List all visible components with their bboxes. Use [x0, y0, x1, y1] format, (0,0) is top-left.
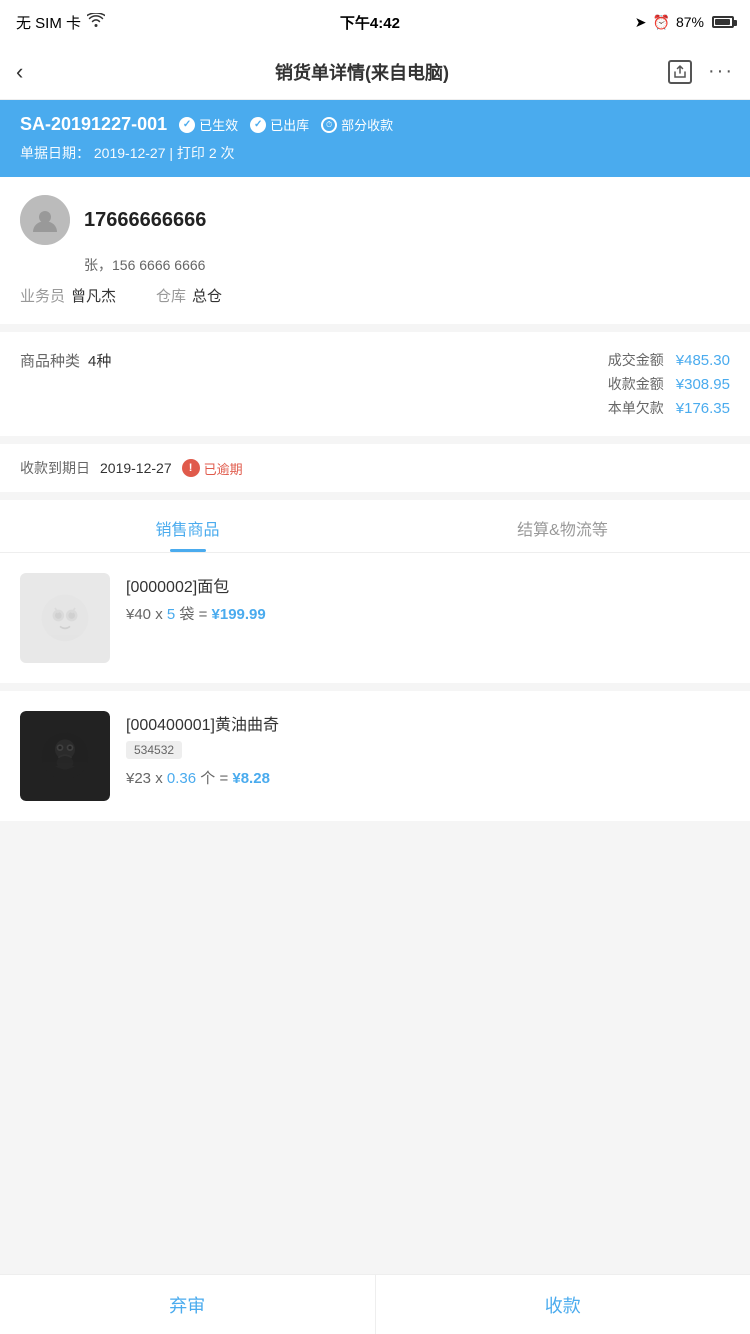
order-id: SA-20191227-001 [20, 114, 167, 135]
debt-row: 本单欠款 ¥176.35 [608, 398, 730, 418]
back-button[interactable]: ‹ [16, 59, 56, 85]
avatar [20, 195, 70, 245]
tabs-section: 销售商品 结算&物流等 [0, 500, 750, 553]
tab-sales-products[interactable]: 销售商品 [0, 500, 375, 552]
due-date: 2019-12-27 [100, 460, 172, 476]
collect-payment-button[interactable]: 收款 [376, 1275, 750, 1334]
warehouse-label: 仓库 [156, 285, 186, 306]
order-date-row: 单据日期： 2019-12-27 | 打印 2 次 [20, 143, 730, 163]
product-price-1: ¥40 x 5 袋 = ¥199.99 [126, 603, 730, 624]
product-info-1: [0000002]面包 ¥40 x 5 袋 = ¥199.99 [126, 573, 730, 624]
product-thumb-2 [20, 711, 110, 801]
badge-shipped: ✓ 已出库 [250, 115, 309, 134]
share-button[interactable] [668, 60, 692, 84]
check-icon: ✓ [179, 117, 195, 133]
product-total-2: ¥8.28 [232, 770, 270, 787]
debt-value: ¥176.35 [676, 400, 730, 417]
abandon-review-button[interactable]: 弃审 [0, 1275, 376, 1334]
carrier-text: 无 SIM 卡 [16, 12, 81, 33]
due-section: 收款到期日 2019-12-27 ! 已逾期 [0, 444, 750, 492]
stats-section: 商品种类 4种 成交金额 ¥485.30 收款金额 ¥308.95 本单欠款 ¥… [0, 332, 750, 436]
stats-right: 成交金额 ¥485.30 收款金额 ¥308.95 本单欠款 ¥176.35 [608, 350, 730, 418]
sales-label: 业务员 [20, 285, 65, 306]
battery-icon [712, 16, 734, 28]
warehouse-name: 总仓 [192, 285, 222, 306]
product-price-2: ¥23 x 0.36 个 = ¥8.28 [126, 767, 730, 788]
wifi-icon [87, 13, 105, 31]
product-item-2: [000400001]黄油曲奇 534532 ¥23 x 0.36 个 = ¥8… [0, 691, 750, 821]
overdue-badge: ! 已逾期 [182, 459, 243, 478]
overdue-icon: ! [182, 459, 200, 477]
product-thumb-1 [20, 573, 110, 663]
received-label: 收款金额 [608, 374, 664, 394]
deal-row: 成交金额 ¥485.30 [608, 350, 730, 370]
product-sku-2: 534532 [126, 741, 182, 759]
battery-percent: 87% [676, 14, 704, 30]
product-total-1: ¥199.99 [212, 606, 266, 623]
customer-name: 17666666666 [84, 209, 206, 232]
clock-icon: ⏱ [321, 117, 337, 133]
stats-left: 商品种类 4种 [20, 350, 111, 371]
product-item: [0000002]面包 ¥40 x 5 袋 = ¥199.99 [0, 553, 750, 683]
sales-name: 曾凡杰 [71, 285, 116, 306]
tab-settlement[interactable]: 结算&物流等 [375, 500, 750, 552]
tabs-row: 销售商品 结算&物流等 [0, 500, 750, 553]
check-icon-2: ✓ [250, 117, 266, 133]
order-header: SA-20191227-001 ✓ 已生效 ✓ 已出库 ⏱ 部分收款 单据日期：… [0, 100, 750, 177]
received-value: ¥308.95 [676, 376, 730, 393]
customer-meta: 业务员 曾凡杰 仓库 总仓 [20, 285, 730, 306]
product-name-1: [0000002]面包 [126, 573, 730, 597]
product-list: [0000002]面包 ¥40 x 5 袋 = ¥199.99 [0, 553, 750, 821]
bottom-bar: 弃审 收款 [0, 1274, 750, 1334]
customer-sub-info: 张，156 6666 6666 [20, 255, 730, 275]
types-label: 商品种类 [20, 350, 80, 371]
customer-row: 17666666666 [20, 195, 730, 245]
badge-partial: ⏱ 部分收款 [321, 115, 393, 134]
nav-actions: ··· [668, 60, 734, 84]
status-time: 下午4:42 [340, 12, 400, 33]
product-info-2: [000400001]黄油曲奇 534532 ¥23 x 0.36 个 = ¥8… [126, 711, 730, 788]
product-name-2: [000400001]黄油曲奇 [126, 711, 730, 735]
debt-label: 本单欠款 [608, 398, 664, 418]
status-left: 无 SIM 卡 [16, 12, 105, 33]
deal-value: ¥485.30 [676, 352, 730, 369]
location-icon: ➤ [635, 14, 647, 31]
received-row: 收款金额 ¥308.95 [608, 374, 730, 394]
warehouse-meta: 仓库 总仓 [156, 285, 222, 306]
deal-label: 成交金额 [608, 350, 664, 370]
overdue-text: 已逾期 [204, 459, 243, 478]
status-right: ➤ ⏰ 87% [635, 14, 734, 31]
customer-section: 17666666666 张，156 6666 6666 业务员 曾凡杰 仓库 总… [0, 177, 750, 324]
order-id-row: SA-20191227-001 ✓ 已生效 ✓ 已出库 ⏱ 部分收款 [20, 114, 730, 135]
product-qty-2: 0.36 [167, 770, 196, 787]
status-bar: 无 SIM 卡 下午4:42 ➤ ⏰ 87% [0, 0, 750, 44]
more-button[interactable]: ··· [708, 60, 734, 83]
sales-meta: 业务员 曾凡杰 [20, 285, 116, 306]
alarm-icon: ⏰ [653, 14, 670, 31]
types-count: 4种 [88, 350, 111, 371]
nav-bar: ‹ 销货单详情(来自电脑) ··· [0, 44, 750, 100]
page-title: 销货单详情(来自电脑) [275, 59, 449, 85]
due-label: 收款到期日 [20, 458, 90, 478]
product-qty-1: 5 [167, 606, 175, 623]
badge-effective: ✓ 已生效 [179, 115, 238, 134]
